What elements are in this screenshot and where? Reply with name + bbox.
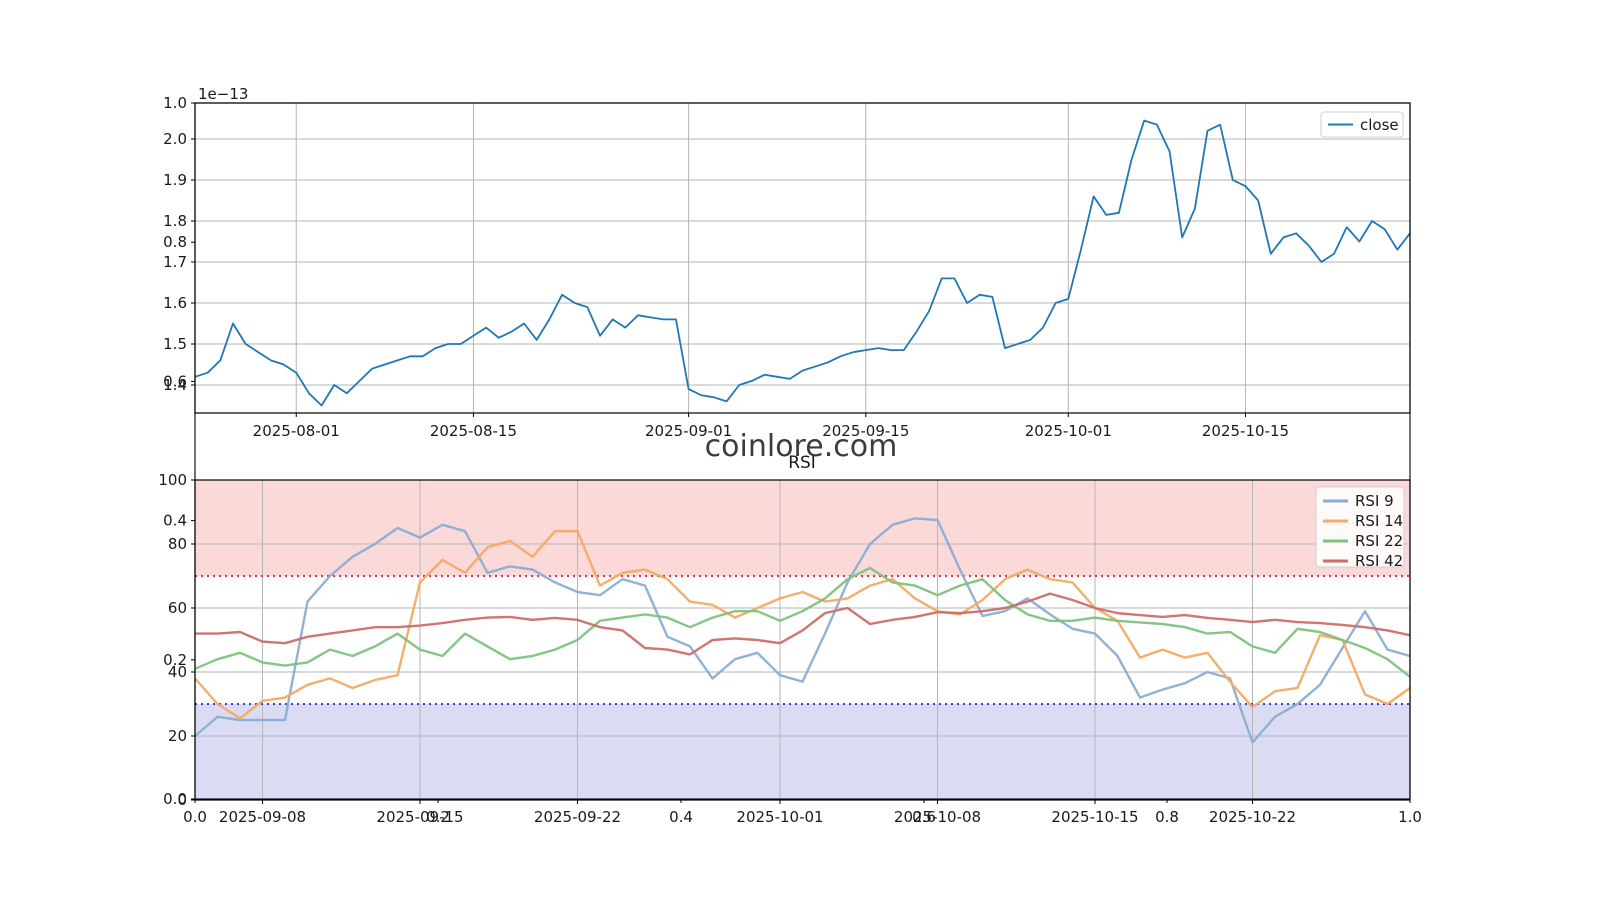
- y-tick-label: 1.7: [163, 253, 187, 271]
- x-tick-label: 0.6: [912, 808, 936, 826]
- x-tick-label: 0.2: [426, 808, 450, 826]
- x-tick-label: 0.8: [1155, 808, 1179, 826]
- x-tick-label: 2025-09-22: [534, 808, 621, 826]
- chart-figure: 0.0 0.2 0.4 0.6 0.8 1.0 1.4 1.5 1.6 1.7 1.8 1.9 2.0 0…: [0, 0, 1600, 900]
- x-tick-label: 2025-10-22: [1209, 808, 1296, 826]
- rsi-legend-label: RSI 14: [1355, 512, 1403, 530]
- x-tick-label: 2025-08-15: [430, 422, 517, 440]
- x-tick-label: 2025-10-15: [1051, 808, 1138, 826]
- x-tick-label: 2025-08-01: [253, 422, 340, 440]
- y-tick-label: 80: [168, 535, 187, 553]
- y-tick-label: 1.0: [163, 94, 187, 112]
- y-tick-label: 0.4: [163, 512, 187, 530]
- rsi-title: RSI: [788, 453, 816, 473]
- x-tick-label: 2025-09-08: [219, 808, 306, 826]
- y-tick-label: 1.4: [163, 376, 187, 394]
- figure-canvas: 0.0 0.2 0.4 0.6 0.8 1.0 1.4 1.5 1.6 1.7 1.8 1.9 2.0 0…: [0, 0, 1600, 900]
- x-tick-label: 1.0: [1398, 808, 1422, 826]
- y-axis-offset-label: 1e−13: [198, 85, 248, 103]
- y-tick-label: 100: [158, 471, 187, 489]
- rsi-legend-label: RSI 22: [1355, 532, 1403, 550]
- x-tick-label: 2025-10-01: [736, 808, 823, 826]
- y-tick-label: 60: [168, 599, 187, 617]
- x-tick-label: 2025-10-15: [1202, 422, 1289, 440]
- y-tick-label: 1.6: [163, 294, 187, 312]
- close-legend-label: close: [1360, 116, 1399, 134]
- y-tick-label: 1.8: [163, 212, 187, 230]
- y-tick-label: 2.0: [163, 130, 187, 148]
- rsi-legend-label: RSI 42: [1355, 552, 1403, 570]
- x-tick-label: 2025-09-15: [376, 808, 463, 826]
- oversold-band: [195, 704, 1410, 800]
- x-tick-label: 0.4: [669, 808, 693, 826]
- y-tick-label: 0: [177, 791, 187, 809]
- y-tick-label: 1.5: [163, 335, 187, 353]
- y-tick-label: 1.9: [163, 171, 187, 189]
- rsi-legend-label: RSI 9: [1355, 492, 1394, 510]
- x-tick-label: 2025-10-01: [1025, 422, 1112, 440]
- overbought-band: [195, 480, 1410, 576]
- x-tick-label: 2025-10-08: [894, 808, 981, 826]
- y-tick-label: 40: [168, 663, 187, 681]
- y-tick-label: 0.8: [163, 233, 187, 251]
- x-tick-label: 0.0: [183, 808, 207, 826]
- y-tick-label: 20: [168, 727, 187, 745]
